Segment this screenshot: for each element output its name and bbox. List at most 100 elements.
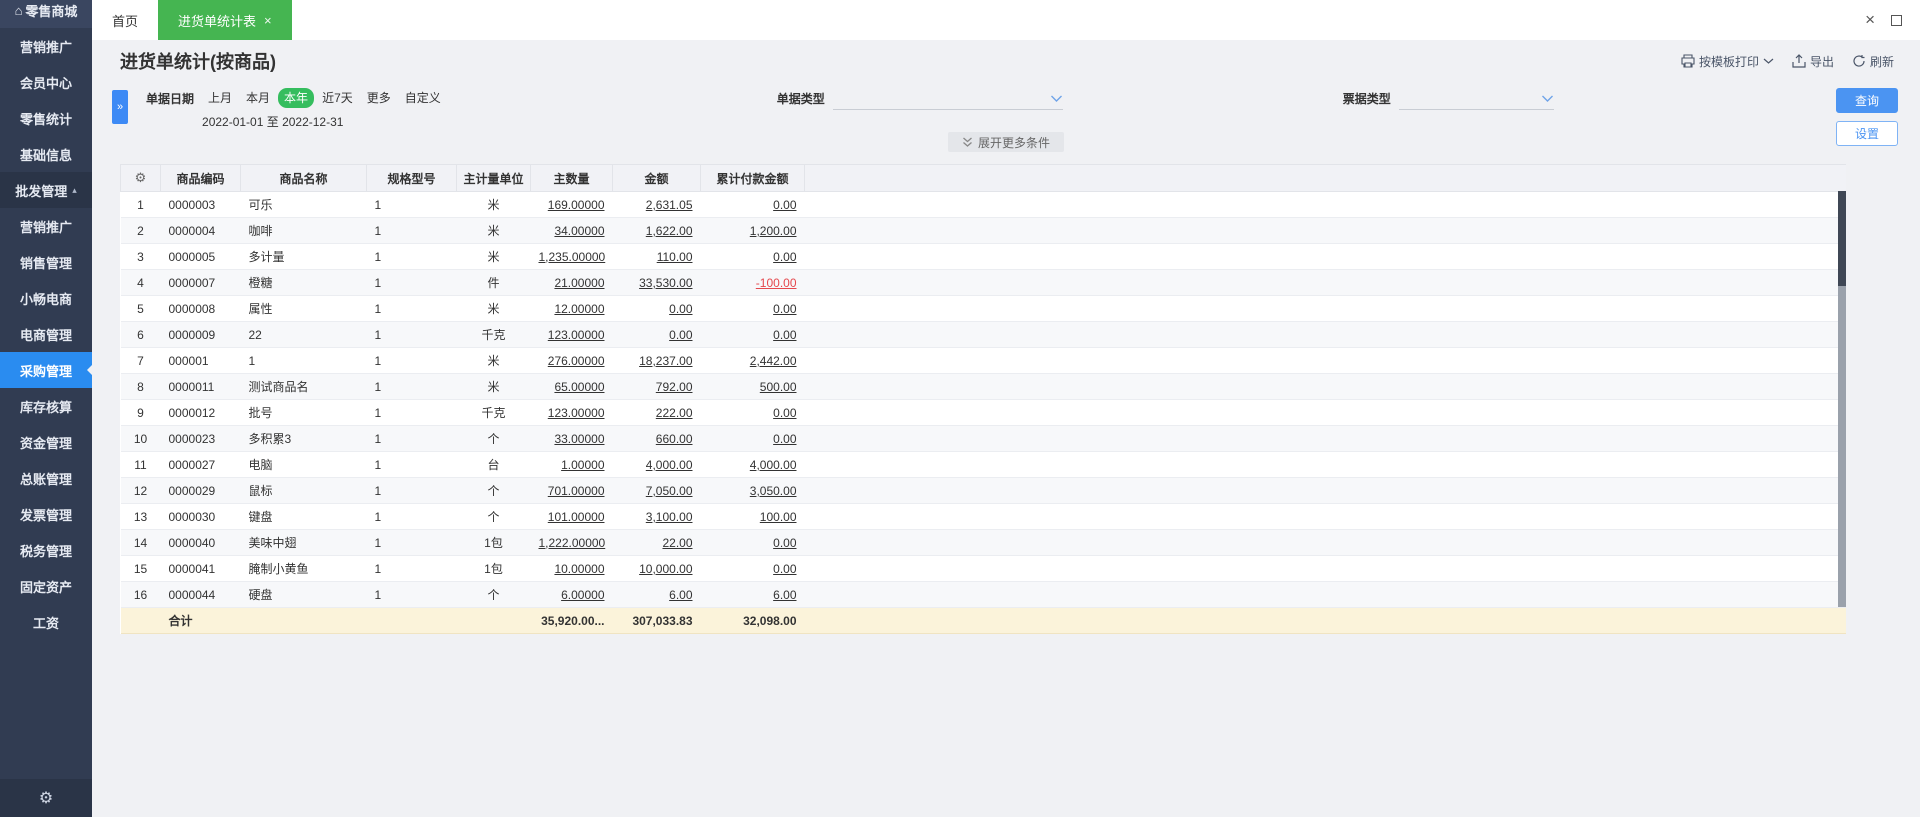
collapse-filters-button[interactable]: » [112,90,128,124]
sidebar-item[interactable]: 固定资产 [0,568,92,604]
column-header[interactable]: 金额 [612,164,701,192]
amount-link[interactable]: 4,000.00 [646,458,693,472]
main-qty-link[interactable]: 21.00000 [554,276,604,290]
main-qty-link[interactable]: 276.00000 [548,354,605,368]
tab-report[interactable]: 进货单统计表 × [158,0,292,40]
date-option-button[interactable]: 自定义 [399,88,447,108]
paid-amount-link[interactable]: 0.00 [773,536,796,550]
paid-amount-link[interactable]: 0.00 [773,562,796,576]
table-row[interactable]: 16 0000044 硬盘 1 个 6.00000 6.00 6.00 [120,581,1846,608]
sidebar-item[interactable]: 批发管理 ▴ [0,172,92,208]
sidebar-item[interactable]: 销售管理 [0,244,92,280]
table-row[interactable]: 11 0000027 电脑 1 台 1.00000 4,000.00 4,000.00 [120,451,1846,478]
amount-link[interactable]: 7,050.00 [646,484,693,498]
main-qty-link[interactable]: 123.00000 [548,328,605,342]
sidebar-item[interactable]: 营销推广 [0,208,92,244]
export-button[interactable]: 导出 [1786,53,1840,70]
scrollbar-thumb[interactable] [1838,191,1846,286]
sidebar-item[interactable]: 电商管理 [0,316,92,352]
main-qty-link[interactable]: 101.00000 [548,510,605,524]
sidebar-item[interactable]: 税务管理 [0,532,92,568]
sidebar-item[interactable]: 小畅电商 [0,280,92,316]
amount-link[interactable]: 18,237.00 [639,354,692,368]
amount-link[interactable]: 22.00 [662,536,692,550]
table-row[interactable]: 3 0000005 多计量 1 米 1,235.00000 110.00 0.00 [120,243,1846,270]
amount-link[interactable]: 10,000.00 [639,562,692,576]
settings-gear-icon[interactable]: ⚙ [39,788,53,808]
date-option-button[interactable]: 更多 [361,88,397,108]
sidebar-item[interactable]: 零售统计 [0,100,92,136]
main-qty-link[interactable]: 34.00000 [554,224,604,238]
main-qty-link[interactable]: 1,222.00000 [539,536,606,550]
sidebar-item[interactable]: 基础信息 [0,136,92,172]
table-row[interactable]: 8 0000011 测试商品名 1 米 65.00000 792.00 500.00 [120,373,1846,400]
amount-link[interactable]: 1,622.00 [646,224,693,238]
paid-amount-link[interactable]: 3,050.00 [750,484,797,498]
paid-amount-link[interactable]: -100.00 [756,276,797,290]
query-button[interactable]: 查询 [1836,88,1898,113]
paid-amount-link[interactable]: 500.00 [760,380,797,394]
column-header[interactable]: 规格型号 [366,164,457,192]
table-row[interactable]: 12 0000029 鼠标 1 个 701.00000 7,050.00 3,050.00 [120,477,1846,504]
doc-type-select[interactable] [832,88,1063,110]
main-qty-link[interactable]: 10.00000 [554,562,604,576]
paid-amount-link[interactable]: 0.00 [773,250,796,264]
main-qty-link[interactable]: 1.00000 [561,458,604,472]
fullscreen-icon[interactable] [1891,14,1902,26]
table-row[interactable]: 2 0000004 咖啡 1 米 34.00000 1,622.00 1,200.00 [120,217,1846,244]
amount-link[interactable]: 222.00 [656,406,693,420]
paid-amount-link[interactable]: 100.00 [760,510,797,524]
amount-link[interactable]: 0.00 [669,328,692,342]
paid-amount-link[interactable]: 0.00 [773,432,796,446]
sidebar-item[interactable]: 会员中心 [0,64,92,100]
paid-amount-link[interactable]: 0.00 [773,302,796,316]
date-option-button[interactable]: 本月 [240,88,276,108]
paid-amount-link[interactable]: 0.00 [773,406,796,420]
sidebar-item[interactable]: 采购管理 [0,352,92,388]
table-row[interactable]: 10 0000023 多积累3 1 个 33.00000 660.00 0.00 [120,425,1846,452]
table-row[interactable]: 15 0000041 腌制小黄鱼 1 1包 10.00000 10,000.00 0.00 [120,555,1846,582]
main-qty-link[interactable]: 6.00000 [561,588,604,602]
close-icon[interactable]: × [1865,10,1875,30]
ticket-type-select[interactable] [1398,88,1554,110]
sidebar-item[interactable]: 发票管理 [0,496,92,532]
sidebar-item[interactable]: 营销推广 [0,28,92,64]
table-row[interactable]: 13 0000030 键盘 1 个 101.00000 3,100.00 100.00 [120,503,1846,530]
column-header[interactable]: 商品编码 [160,164,241,192]
sidebar-item[interactable]: 资金管理 [0,424,92,460]
table-row[interactable]: 4 0000007 橙糖 1 件 21.00000 33,530.00 -100.00 [120,269,1846,296]
date-option-button[interactable]: 上月 [202,88,238,108]
amount-link[interactable]: 110.00 [657,250,693,264]
vertical-scrollbar[interactable] [1838,191,1846,607]
filter-settings-button[interactable]: 设置 [1836,121,1898,146]
table-row[interactable]: 6 0000009 22 1 千克 123.00000 0.00 0.00 [120,321,1846,348]
column-header[interactable]: 主计量单位 [456,164,531,192]
amount-link[interactable]: 3,100.00 [646,510,693,524]
table-row[interactable]: 9 0000012 批号 1 千克 123.00000 222.00 0.00 [120,399,1846,426]
column-header[interactable]: 累计付款金额 [700,164,805,192]
date-option-button[interactable]: 本年 [278,88,315,108]
date-range-value[interactable]: 2022-01-01 至 2022-12-31 [202,113,447,130]
tab-home[interactable]: 首页 [92,0,158,40]
main-qty-link[interactable]: 701.00000 [548,484,605,498]
paid-amount-link[interactable]: 0.00 [773,198,796,212]
sidebar-item[interactable]: ⌂ 零售商城 [0,0,92,28]
table-row[interactable]: 7 000001 1 1 米 276.00000 18,237.00 2,442.00 [120,347,1846,374]
table-row[interactable]: 1 0000003 可乐 1 米 169.00000 2,631.05 0.00 [120,191,1846,218]
amount-link[interactable]: 792.00 [656,380,693,394]
column-header[interactable]: 商品名称 [240,164,367,192]
tab-close-icon[interactable]: × [264,14,272,27]
main-qty-link[interactable]: 123.00000 [548,406,605,420]
expand-more-conditions-button[interactable]: 展开更多条件 [947,132,1064,152]
column-settings-icon[interactable]: ⚙ [135,170,147,185]
main-qty-link[interactable]: 12.00000 [554,302,604,316]
amount-link[interactable]: 2,631.05 [646,198,693,212]
paid-amount-link[interactable]: 1,200.00 [750,224,797,238]
refresh-button[interactable]: 刷新 [1846,53,1900,70]
paid-amount-link[interactable]: 0.00 [773,328,796,342]
main-qty-link[interactable]: 65.00000 [554,380,604,394]
paid-amount-link[interactable]: 4,000.00 [750,458,797,472]
date-option-button[interactable]: 近7天 [316,88,359,108]
table-row[interactable]: 5 0000008 属性 1 米 12.00000 0.00 0.00 [120,295,1846,322]
paid-amount-link[interactable]: 6.00 [773,588,796,602]
